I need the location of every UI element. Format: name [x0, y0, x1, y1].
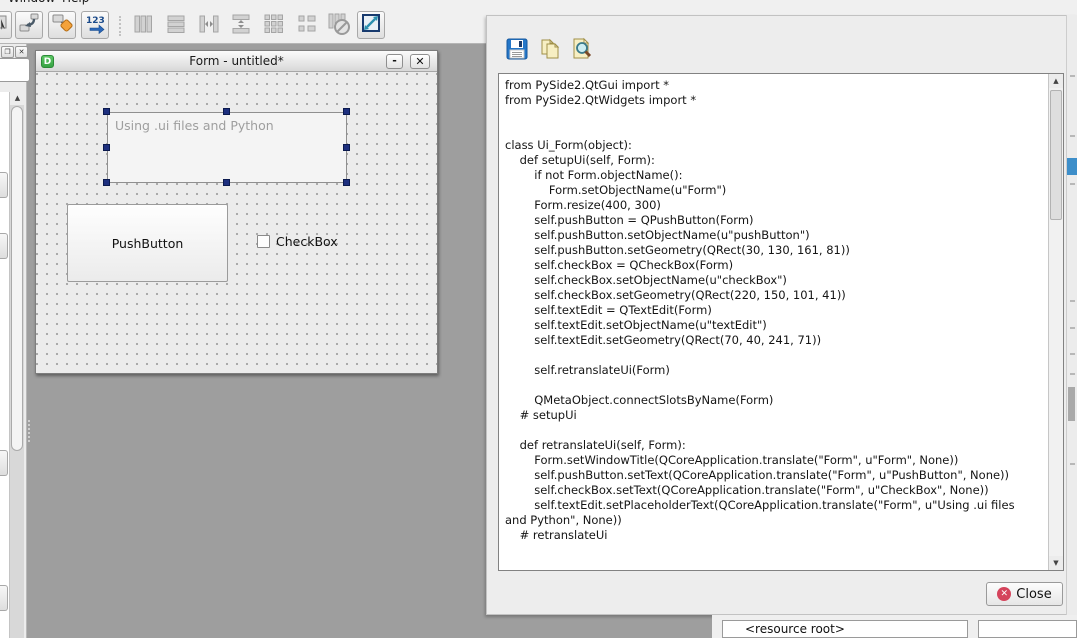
edit-widgets-button[interactable] [0, 11, 12, 39]
layout-vertical-icon [165, 13, 187, 39]
row-tick [1070, 463, 1075, 465]
widget-box-panel: ❐ ✕ ▲ [0, 44, 27, 638]
row-tick [1070, 75, 1075, 77]
code-preview-dialog: from PySide2.QtGui import * from PySide2… [486, 15, 1077, 615]
edit-widgets-icon [0, 13, 8, 37]
widget-box-filter-input[interactable] [0, 58, 30, 82]
scroll-up-icon[interactable]: ▲ [10, 92, 25, 105]
close-button[interactable]: ✕ Close [986, 582, 1063, 606]
selection-handle[interactable] [103, 179, 110, 186]
svg-text:123: 123 [86, 16, 105, 26]
widget-box-scrollbar[interactable]: ▲ [9, 92, 24, 638]
layout-vertical-button[interactable] [163, 13, 189, 39]
scroll-up-icon[interactable]: ▲ [1049, 74, 1063, 88]
row-tick [1070, 327, 1075, 329]
layout-horizontal-button[interactable] [130, 13, 156, 39]
row-tick [1070, 183, 1075, 185]
break-layout-icon [327, 12, 351, 40]
scroll-down-icon[interactable]: ▼ [1049, 556, 1063, 570]
layout-horizontal-splitter-icon [198, 13, 220, 39]
menu-item-help[interactable]: Help [62, 0, 89, 5]
edit-tab-order-icon: 123 [84, 12, 106, 38]
resource-root-item[interactable]: <resource root> [745, 622, 845, 636]
edit-tab-order-button[interactable]: 123 [81, 11, 109, 39]
edit-buddies-icon [51, 12, 73, 38]
panel-scrollbar-thumb[interactable] [1068, 387, 1075, 421]
row-tick [1070, 300, 1075, 302]
text-edit-widget[interactable]: Using .ui files and Python [107, 112, 347, 183]
save-icon [505, 46, 529, 65]
save-button[interactable] [505, 37, 531, 63]
adjust-size-button[interactable] [357, 11, 385, 39]
copy-icon [538, 46, 562, 65]
menu-bar: Window Help [0, 0, 1077, 7]
edit-buddies-button[interactable] [48, 11, 76, 39]
close-button-label: Close [1016, 587, 1051, 602]
layout-grid-button[interactable] [261, 13, 287, 39]
layout-form-icon [296, 13, 318, 39]
form-editor-window: D Form - untitled* - ✕ Using .ui files a… [35, 50, 438, 374]
find-button[interactable] [570, 37, 596, 63]
resource-browser-panel: <resource root> [712, 615, 1077, 638]
edit-signals-slots-icon [18, 12, 40, 38]
widget-box-close-button[interactable]: ✕ [15, 46, 28, 58]
form-canvas[interactable]: Using .ui files and Python PushButton Ch… [36, 72, 437, 373]
widget-box-float-button[interactable]: ❐ [1, 46, 14, 58]
edit-signals-slots-button[interactable] [15, 11, 43, 39]
layout-grid-icon [263, 13, 285, 39]
widget-box-item[interactable] [0, 172, 8, 198]
widget-box-item[interactable] [0, 233, 8, 259]
row-tick [1070, 135, 1075, 137]
checkbox-indicator[interactable] [257, 235, 270, 248]
close-icon: ✕ [997, 587, 1011, 601]
selection-handle[interactable] [223, 179, 230, 186]
code-scrollbar-thumb[interactable] [1050, 90, 1062, 220]
break-layout-button[interactable] [326, 13, 352, 39]
right-panel-edge [1066, 15, 1077, 615]
widget-box-scrollbar-thumb[interactable] [11, 106, 23, 451]
row-tick [1070, 373, 1075, 375]
checkbox-label: CheckBox [276, 234, 338, 249]
widget-box-item[interactable] [0, 450, 8, 476]
selected-row-edge [1067, 158, 1077, 175]
layout-horizontal-splitter-button[interactable] [196, 13, 222, 39]
panel-drag-handle[interactable] [28, 420, 30, 442]
form-window-title: Form - untitled* [36, 54, 437, 68]
form-close-button[interactable]: ✕ [410, 54, 430, 69]
row-tick [1070, 353, 1075, 355]
code-scrollbar[interactable]: ▲ ▼ [1048, 74, 1063, 570]
selection-handle[interactable] [103, 144, 110, 151]
layout-vertical-splitter-icon [230, 13, 252, 39]
push-button-widget[interactable]: PushButton [67, 204, 228, 282]
form-minimize-button[interactable]: - [386, 54, 403, 69]
form-window-titlebar[interactable]: D Form - untitled* - ✕ [36, 51, 437, 72]
layout-form-button[interactable] [294, 13, 320, 39]
check-box-widget[interactable]: CheckBox [257, 234, 338, 249]
toolbar-separator [119, 16, 121, 36]
selection-handle[interactable] [343, 144, 350, 151]
layout-horizontal-icon [132, 13, 154, 39]
widget-box-item[interactable] [0, 585, 8, 611]
selection-handle[interactable] [343, 179, 350, 186]
resource-preview-pane[interactable] [978, 620, 1077, 638]
adjust-size-icon [360, 12, 382, 38]
generated-python-code[interactable]: from PySide2.QtGui import * from PySide2… [499, 74, 1047, 570]
menu-item-window[interactable]: Window [8, 0, 55, 5]
layout-vertical-splitter-button[interactable] [228, 13, 254, 39]
selection-handle[interactable] [103, 108, 110, 115]
selection-handle[interactable] [343, 108, 350, 115]
resource-tree[interactable]: <resource root> [722, 620, 968, 638]
code-view: from PySide2.QtGui import * from PySide2… [498, 73, 1064, 571]
find-icon [570, 46, 594, 65]
text-edit-placeholder: Using .ui files and Python [115, 118, 274, 133]
copy-button[interactable] [538, 37, 564, 63]
selection-handle[interactable] [223, 108, 230, 115]
